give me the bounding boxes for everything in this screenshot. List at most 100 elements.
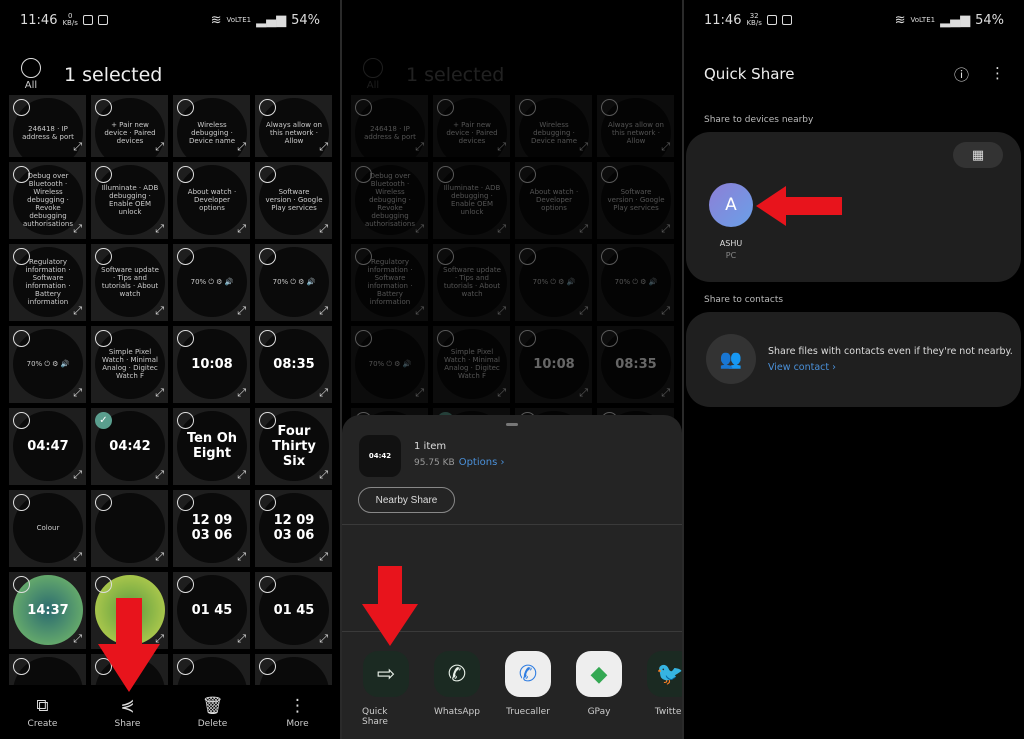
watch-screenshot-thumbnail[interactable]: Software update · Tips and tutorials · A… [91,244,168,321]
watch-screenshot-thumbnail[interactable]: 12 09 03 06 ⤢ [255,490,332,567]
expand-icon[interactable]: ⤢ [237,304,246,318]
expand-icon[interactable]: ⤢ [155,468,164,482]
checkbox[interactable] [95,99,112,116]
watch-screenshot-thumbnail[interactable]: Four Thirty Six ⤢ [255,408,332,485]
watch-screenshot-thumbnail[interactable]: Debug over Bluetooth · Wireless debuggin… [9,162,86,239]
checkbox[interactable] [13,412,30,429]
checkbox[interactable] [13,658,30,675]
checkbox[interactable] [177,248,194,265]
watch-screenshot-thumbnail[interactable]: About watch · Developer options ⤢ [173,162,250,239]
share-target-whatsapp[interactable]: ✆ WhatsApp [433,651,481,727]
checkbox-checked[interactable]: ✓ [95,412,112,429]
watch-screenshot-thumbnail[interactable]: Always allow on this network · Allow ⤢ [255,95,332,157]
checkbox[interactable] [13,166,30,183]
expand-icon[interactable]: ⤢ [73,140,82,154]
expand-icon[interactable]: ⤢ [73,468,82,482]
watch-screenshot-thumbnail[interactable]: Simple Pixel Watch · Minimal Analog · Di… [91,326,168,403]
expand-icon[interactable]: ⤢ [237,468,246,482]
checkbox[interactable] [13,576,30,593]
checkbox[interactable] [95,494,112,511]
drag-handle[interactable] [506,423,518,426]
create-button[interactable]: ⧉ Create [13,696,73,729]
expand-icon[interactable]: ⤢ [319,550,328,564]
watch-screenshot-thumbnail[interactable]: ⤢ [91,490,168,567]
watch-screenshot-thumbnail[interactable]: 70% ⏻ ⚙ 🔊 ⤢ [9,326,86,403]
view-contact-link[interactable]: View contact › [768,362,836,373]
watch-screenshot-thumbnail[interactable]: 10:08 ⤢ [173,326,250,403]
expand-icon[interactable]: ⤢ [319,468,328,482]
watch-screenshot-thumbnail[interactable]: 14:37 ⤢ [9,572,86,649]
checkbox[interactable] [259,412,276,429]
checkbox[interactable] [13,494,30,511]
nearby-share-button[interactable]: Nearby Share [358,487,455,513]
expand-icon[interactable]: ⤢ [155,222,164,236]
expand-icon[interactable]: ⤢ [155,140,164,154]
expand-icon[interactable]: ⤢ [237,386,246,400]
expand-icon[interactable]: ⤢ [73,632,82,646]
checkbox[interactable] [13,330,30,347]
expand-icon[interactable]: ⤢ [237,140,246,154]
expand-icon[interactable]: ⤢ [237,222,246,236]
watch-screenshot-thumbnail[interactable]: Software version · Google Play services ⤢ [255,162,332,239]
select-all-checkbox[interactable]: All [20,58,42,91]
share-button[interactable]: ⋞ Share [98,696,158,729]
watch-screenshot-thumbnail[interactable]: 70% ⏻ ⚙ 🔊 ⤢ [255,244,332,321]
watch-screenshot-thumbnail[interactable]: + Pair new device · Paired devices ⤢ [91,95,168,157]
watch-screenshot-thumbnail[interactable]: Regulatory information · Software inform… [9,244,86,321]
checkbox[interactable] [95,248,112,265]
watch-screenshot-thumbnail[interactable]: Wireless debugging · Device name ⤢ [173,95,250,157]
checkbox[interactable] [95,166,112,183]
watch-screenshot-thumbnail[interactable]: 04:47 ⤢ [9,408,86,485]
checkbox[interactable] [177,412,194,429]
options-link[interactable]: Options › [459,457,505,468]
expand-icon[interactable]: ⤢ [155,304,164,318]
checkbox[interactable] [13,248,30,265]
more-options-icon[interactable]: ⋮ [990,64,1005,82]
checkbox[interactable] [177,494,194,511]
share-target-quick-share[interactable]: ⇨ Quick Share [362,651,410,727]
watch-screenshot-thumbnail[interactable]: Ten Oh Eight ⤢ [173,408,250,485]
watch-screenshot-thumbnail[interactable]: 04:42 ✓ ⤢ [91,408,168,485]
expand-icon[interactable]: ⤢ [73,386,82,400]
more-button[interactable]: ⋮ More [268,696,328,729]
checkbox[interactable] [177,658,194,675]
checkbox[interactable] [177,166,194,183]
delete-button[interactable]: 🗑 Delete [183,696,243,729]
checkbox[interactable] [259,494,276,511]
checkbox[interactable] [177,99,194,116]
checkbox[interactable] [259,99,276,116]
info-icon[interactable]: ⓘ [954,64,969,85]
share-target-truecaller[interactable]: ✆ Truecaller [504,651,552,727]
expand-icon[interactable]: ⤢ [73,222,82,236]
expand-icon[interactable]: ⤢ [155,386,164,400]
share-target-gpay[interactable]: ◆ GPay [575,651,623,727]
expand-icon[interactable]: ⤢ [155,550,164,564]
checkbox[interactable] [95,330,112,347]
watch-screenshot-thumbnail[interactable]: 12 09 03 06 ⤢ [173,490,250,567]
watch-screenshot-thumbnail[interactable]: 246418 · IP address & port ⤢ [9,95,86,157]
checkbox[interactable] [259,658,276,675]
watch-screenshot-thumbnail[interactable]: 01 45 ⤢ [255,572,332,649]
checkbox[interactable] [259,330,276,347]
expand-icon[interactable]: ⤢ [319,222,328,236]
expand-icon[interactable]: ⤢ [319,632,328,646]
checkbox[interactable] [13,99,30,116]
checkbox[interactable] [95,576,112,593]
watch-screenshot-thumbnail[interactable]: 08:35 ⤢ [255,326,332,403]
checkbox[interactable] [177,330,194,347]
expand-icon[interactable]: ⤢ [319,304,328,318]
expand-icon[interactable]: ⤢ [319,386,328,400]
share-target-twitter[interactable]: 🐦 Twitter [646,651,682,727]
checkbox[interactable] [177,576,194,593]
expand-icon[interactable]: ⤢ [73,550,82,564]
watch-screenshot-thumbnail[interactable]: Illuminate · ADB debugging · Enable OEM … [91,162,168,239]
checkbox[interactable] [259,576,276,593]
watch-screenshot-thumbnail[interactable]: Colour ⤢ [9,490,86,567]
expand-icon[interactable]: ⤢ [319,140,328,154]
expand-icon[interactable]: ⤢ [237,632,246,646]
checkbox[interactable] [259,248,276,265]
device-avatar-ashu[interactable]: A [709,183,753,227]
watch-screenshot-thumbnail[interactable]: 01 45 ⤢ [173,572,250,649]
expand-icon[interactable]: ⤢ [237,550,246,564]
watch-screenshot-thumbnail[interactable]: 70% ⏻ ⚙ 🔊 ⤢ [173,244,250,321]
